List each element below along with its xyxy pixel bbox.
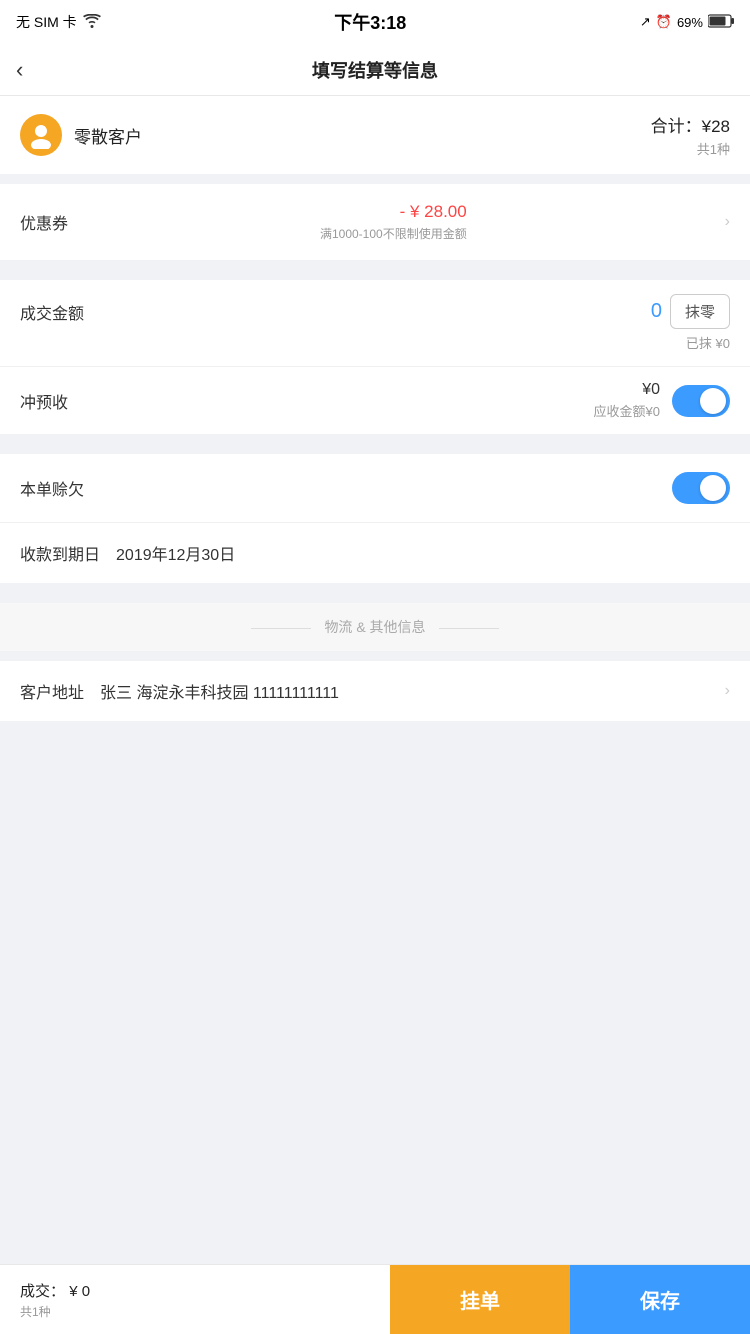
prepayment-right: ¥0 应收金额¥0 — [594, 381, 730, 420]
bottom-count: 共1种 — [20, 1303, 390, 1320]
coupon-description: 满1000-100不限制使用金额 — [320, 225, 467, 242]
back-button[interactable]: ‹ — [16, 57, 23, 83]
logistics-section-header: 物流 & 其他信息 — [0, 603, 750, 651]
customer-left: 零散客户 — [20, 114, 142, 156]
coupon-label: 优惠券 — [20, 210, 68, 234]
transaction-amount-sub: 已抹 ¥0 — [20, 333, 730, 352]
coupon-chevron-icon: › — [725, 213, 730, 231]
coupon-discount-amount: - ¥ 28.00 — [320, 202, 467, 222]
coupon-card: 优惠券 - ¥ 28.00 满1000-100不限制使用金额 › — [0, 184, 750, 260]
prepayment-main-value: ¥0 — [594, 381, 660, 399]
transaction-amount-row: 成交金额 0 抹零 已抹 ¥0 — [0, 280, 750, 366]
wifi-icon — [83, 14, 101, 31]
customer-name: 零散客户 — [74, 123, 142, 148]
customer-row: 零散客户 合计：¥28 共1种 — [0, 96, 750, 174]
customer-card: 零散客户 合计：¥28 共1种 — [0, 96, 750, 174]
total-amount: 合计：¥28 — [651, 112, 730, 137]
save-button[interactable]: 保存 — [570, 1265, 750, 1334]
nav-bar: ‹ 填写结算等信息 — [0, 44, 750, 96]
customer-avatar — [20, 114, 62, 156]
content: 零散客户 合计：¥28 共1种 优惠券 - ¥ 28.00 满1000-100不… — [0, 96, 750, 801]
status-right: ↗ ⏰ 69% — [640, 14, 734, 31]
due-date-row: 收款到期日 2019年12月30日 — [0, 523, 750, 583]
address-card: 客户地址 张三 海淀永丰科技园 11111111111 › — [0, 661, 750, 721]
hang-button[interactable]: 挂单 — [390, 1265, 570, 1334]
coupon-row[interactable]: 优惠券 - ¥ 28.00 满1000-100不限制使用金额 › — [0, 184, 750, 260]
transaction-amount-right: 0 抹零 — [651, 294, 730, 329]
prepayment-toggle[interactable] — [672, 385, 730, 417]
battery-label: 69% — [677, 15, 703, 30]
no-sim-label: 无 SIM 卡 — [16, 12, 77, 32]
address-value: 张三 海淀永丰科技园 11111111111 — [100, 679, 709, 703]
debt-row: 本单赊欠 — [0, 454, 750, 522]
bottom-deal-value: ¥ 0 — [69, 1283, 90, 1300]
bottom-deal-amount: 成交： ¥ 0 — [20, 1280, 390, 1301]
address-label: 客户地址 — [20, 679, 84, 703]
alarm-icon: ⏰ — [656, 14, 672, 30]
bottom-bar: 成交： ¥ 0 共1种 挂单 保存 — [0, 1264, 750, 1334]
location-icon: ↗ — [640, 14, 651, 30]
bottom-info: 成交： ¥ 0 共1种 — [0, 1280, 390, 1320]
debt-toggle[interactable] — [672, 472, 730, 504]
divider-3 — [0, 593, 750, 603]
status-left: 无 SIM 卡 — [16, 12, 101, 32]
divider-1 — [0, 270, 750, 280]
divider-2 — [0, 444, 750, 454]
status-bar: 无 SIM 卡 下午3:18 ↗ ⏰ 69% — [0, 0, 750, 44]
prepayment-row: 冲预收 ¥0 应收金额¥0 — [0, 367, 750, 434]
due-date-label: 收款到期日 — [20, 541, 100, 565]
transaction-card: 成交金额 0 抹零 已抹 ¥0 冲预收 ¥0 应收金额¥0 — [0, 280, 750, 434]
battery-icon — [708, 14, 734, 31]
total-count: 共1种 — [651, 139, 730, 158]
round-zero-button[interactable]: 抹零 — [670, 294, 730, 329]
address-row[interactable]: 客户地址 张三 海淀永丰科技园 11111111111 › — [0, 661, 750, 721]
debt-card: 本单赊欠 收款到期日 2019年12月30日 — [0, 454, 750, 583]
debt-label: 本单赊欠 — [20, 476, 84, 500]
address-chevron-icon: › — [725, 682, 730, 700]
prepayment-amounts: ¥0 应收金额¥0 — [594, 381, 660, 420]
transaction-amount-value: 0 — [651, 300, 662, 323]
logistics-label: 物流 & 其他信息 — [324, 619, 425, 635]
coupon-right: - ¥ 28.00 满1000-100不限制使用金额 — [320, 202, 467, 242]
customer-right: 合计：¥28 共1种 — [651, 112, 730, 158]
page-title: 填写结算等信息 — [312, 57, 438, 83]
bottom-deal-label: 成交： — [20, 1283, 65, 1300]
prepayment-sub-value: 应收金额¥0 — [594, 401, 660, 420]
prepayment-label: 冲预收 — [20, 389, 68, 413]
divider-4 — [0, 651, 750, 661]
due-date-value: 2019年12月30日 — [116, 541, 235, 565]
status-time: 下午3:18 — [334, 9, 406, 35]
transaction-amount-label: 成交金额 — [20, 300, 84, 324]
